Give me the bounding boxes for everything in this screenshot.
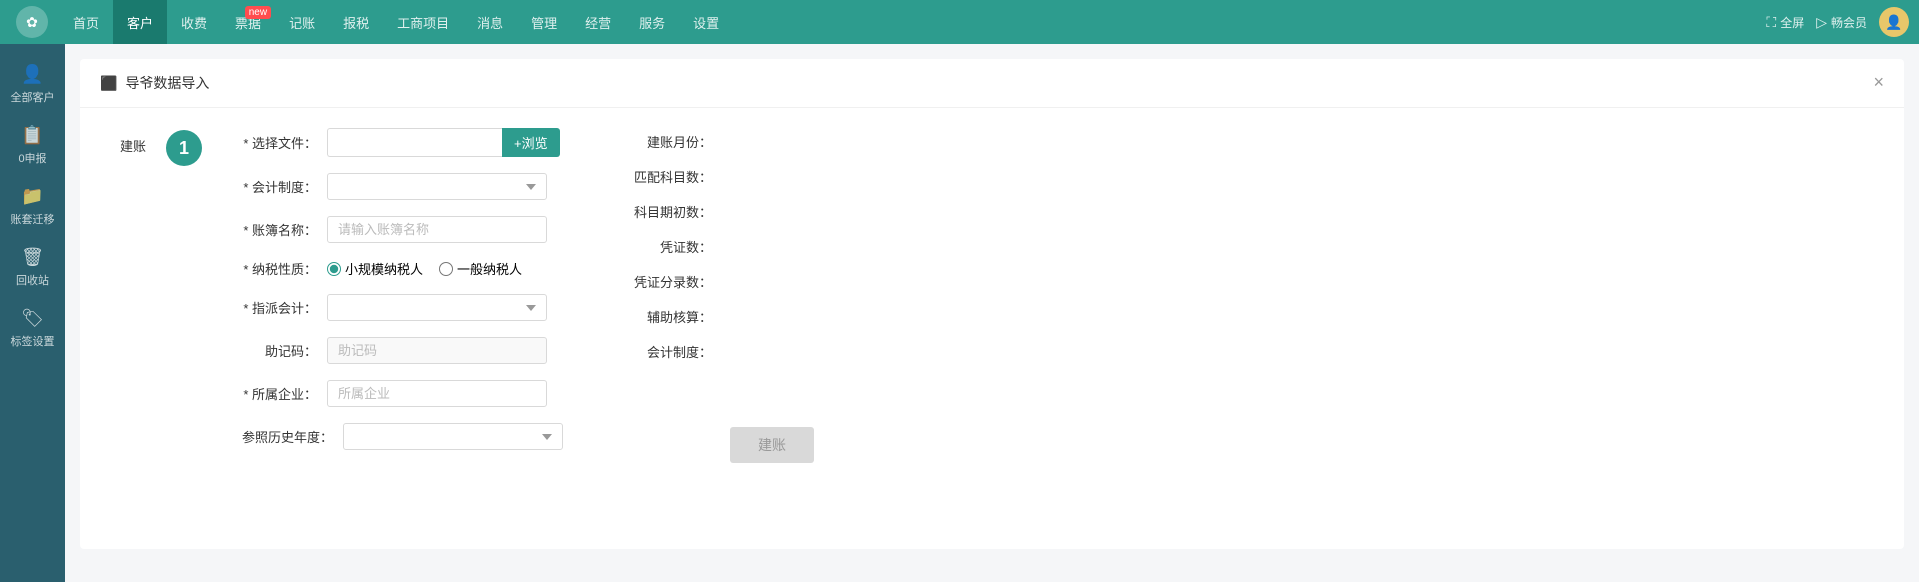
declaration-icon: 📋 (21, 125, 43, 146)
sidebar-item-recycle[interactable]: 🗑 回收站 (0, 237, 65, 298)
month-label: 建账月份： (622, 132, 712, 151)
ledger-name-input[interactable] (327, 216, 547, 243)
accounting-system-label: * 会计制度： (242, 177, 317, 196)
logo-area[interactable]: ✿ (10, 0, 54, 44)
new-badge: new (245, 6, 271, 19)
init-balance-row: 科目期初数： (622, 202, 922, 221)
form-container: 建账 1 * 选择文件： +浏览 * 会计制度： (80, 108, 1904, 483)
nav-item-customer[interactable]: 客户 (113, 0, 167, 44)
sidebar-item-zero-declaration[interactable]: 📋 0申报 (0, 115, 65, 176)
file-text-input[interactable] (327, 128, 502, 157)
history-year-label: 参照历史年度： (242, 427, 333, 446)
owner-company-row: * 所属企业： (242, 380, 582, 407)
step-label: 建账 (120, 128, 146, 155)
memo-input[interactable] (327, 337, 547, 364)
file-label: * 选择文件： (242, 133, 317, 152)
member-btn[interactable]: ▷ 畅会员 (1816, 14, 1867, 31)
file-input-wrap: +浏览 (327, 128, 560, 157)
small-taxpayer-option[interactable]: 小规模纳税人 (327, 259, 423, 278)
assign-accountant-row: * 指派会计： (242, 294, 582, 321)
main-layout: 👤 全部客户 📋 0申报 📁 账套迁移 🗑 回收站 🏷 标签设置 ⬛ 导爷数据导… (0, 44, 1919, 582)
nav-item-tax[interactable]: 报税 (329, 0, 383, 44)
nav-item-manage[interactable]: 管理 (517, 0, 571, 44)
panel-title: 导爷数据导入 (125, 73, 209, 93)
nav-item-operation[interactable]: 经营 (571, 0, 625, 44)
memo-label: 助记码： (242, 341, 317, 360)
voucher-entries-label: 凭证分录数： (622, 272, 712, 291)
history-year-select[interactable] (343, 423, 563, 450)
import-panel: ⬛ 导爷数据导入 × 建账 1 * 选择文件： +浏览 (80, 59, 1904, 549)
init-balance-label: 科目期初数： (622, 202, 712, 221)
content-area: ⬛ 导爷数据导入 × 建账 1 * 选择文件： +浏览 (65, 44, 1919, 582)
trash-icon: 🗑 (21, 247, 44, 268)
memo-row: 助记码： (242, 337, 582, 364)
ledger-name-label: * 账簿名称： (242, 220, 317, 239)
avatar[interactable]: 👤 (1879, 7, 1909, 37)
small-taxpayer-radio[interactable] (327, 262, 341, 276)
fullscreen-btn[interactable]: ⛶ 全屏 (1766, 14, 1804, 31)
nav-item-bookkeeping[interactable]: 记账 (275, 0, 329, 44)
right-accounting-system-label: 会计制度： (622, 342, 712, 361)
assign-accountant-label: * 指派会计： (242, 298, 317, 317)
sidebar: 👤 全部客户 📋 0申报 📁 账套迁移 🗑 回收站 🏷 标签设置 (0, 44, 65, 582)
migration-icon: 📁 (21, 186, 43, 207)
fullscreen-icon: ⛶ (1766, 14, 1776, 31)
nav-item-settings[interactable]: 设置 (679, 0, 733, 44)
nav-item-business[interactable]: 工商项目 (383, 0, 463, 44)
create-btn-container: 建账 (622, 407, 922, 463)
top-nav: ✿ 首页 客户 收费 票据 new 记账 报税 工商项目 消息 管理 (0, 0, 1919, 44)
general-taxpayer-option[interactable]: 一般纳税人 (439, 259, 522, 278)
history-year-row: 参照历史年度： (242, 423, 582, 450)
nav-item-message[interactable]: 消息 (463, 0, 517, 44)
import-icon: ⬛ (100, 75, 117, 92)
voucher-count-row: 凭证数： (622, 237, 922, 256)
aux-accounting-row: 辅助核算： (622, 307, 922, 326)
ledger-name-row: * 账簿名称： (242, 216, 582, 243)
sidebar-item-tags[interactable]: 🏷 标签设置 (0, 298, 65, 359)
match-subjects-row: 匹配科目数： (622, 167, 922, 186)
nav-right: ⛶ 全屏 ▷ 畅会员 👤 (1766, 7, 1909, 37)
owner-company-label: * 所属企业： (242, 384, 317, 403)
accounting-system-row: * 会计制度： (242, 173, 582, 200)
sidebar-item-account-migration[interactable]: 📁 账套迁移 (0, 176, 65, 237)
play-icon: ▷ (1816, 14, 1827, 31)
tax-type-label: * 纳税性质： (242, 259, 317, 278)
owner-company-input[interactable] (327, 380, 547, 407)
nav-item-fee[interactable]: 收费 (167, 0, 221, 44)
sidebar-item-all-customers[interactable]: 👤 全部客户 (0, 54, 65, 115)
general-taxpayer-radio[interactable] (439, 262, 453, 276)
voucher-count-label: 凭证数： (622, 237, 712, 256)
right-section: 建账月份： 匹配科目数： 科目期初数： 凭证数： (622, 128, 922, 463)
step-section: 建账 1 (120, 128, 202, 463)
aux-accounting-label: 辅助核算： (622, 307, 712, 326)
nav-items: 首页 客户 收费 票据 new 记账 报税 工商项目 消息 管理 经营 (59, 0, 1766, 44)
accounting-system-select[interactable] (327, 173, 547, 200)
nav-item-service[interactable]: 服务 (625, 0, 679, 44)
tax-type-radio-group: 小规模纳税人 一般纳税人 (327, 259, 522, 278)
panel-close-btn[interactable]: × (1873, 73, 1884, 91)
panel-header: ⬛ 导爷数据导入 (80, 59, 1904, 108)
nav-item-invoice[interactable]: 票据 new (221, 0, 275, 44)
assign-accountant-select[interactable] (327, 294, 547, 321)
month-row: 建账月份： (622, 132, 922, 151)
nav-item-home[interactable]: 首页 (59, 0, 113, 44)
form-fields: * 选择文件： +浏览 * 会计制度： (242, 128, 582, 463)
match-subjects-label: 匹配科目数： (622, 167, 712, 186)
browse-button[interactable]: +浏览 (502, 128, 560, 157)
voucher-entries-row: 凭证分录数： (622, 272, 922, 291)
tag-icon: 🏷 (21, 308, 44, 329)
right-accounting-system-row: 会计制度： (622, 342, 922, 361)
file-row: * 选择文件： +浏览 (242, 128, 582, 157)
tax-type-row: * 纳税性质： 小规模纳税人 一般纳税人 (242, 259, 582, 278)
step-circle: 1 (166, 130, 202, 166)
create-account-button[interactable]: 建账 (730, 427, 814, 463)
user-icon: 👤 (21, 64, 43, 85)
logo-icon: ✿ (16, 6, 48, 38)
